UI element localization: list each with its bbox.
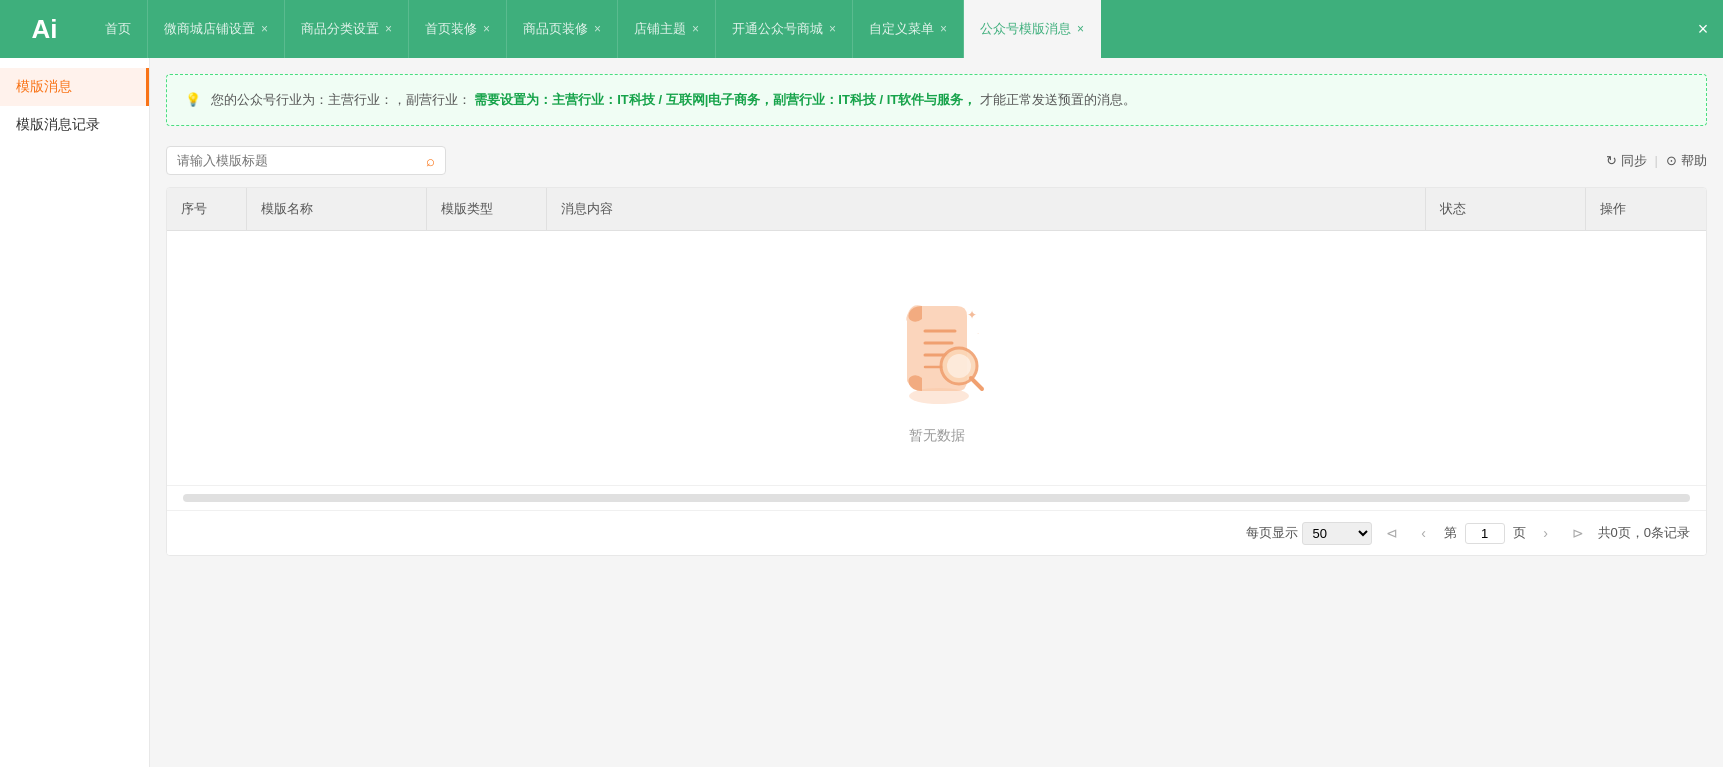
global-close-button[interactable]: × bbox=[1683, 0, 1723, 58]
tab-close-icon[interactable]: × bbox=[829, 23, 836, 35]
tab-close-icon[interactable]: × bbox=[261, 23, 268, 35]
horizontal-scrollbar[interactable] bbox=[183, 494, 1690, 502]
scrollbar-row bbox=[167, 485, 1706, 510]
top-nav: Ai 首页微商城店铺设置×商品分类设置×首页装修×商品页装修×店铺主题×开通公众… bbox=[0, 0, 1723, 58]
sync-button[interactable]: ↻ 同步 bbox=[1606, 152, 1647, 170]
notice-suffix: 才能正常发送预置的消息。 bbox=[980, 92, 1136, 107]
sidebar: 模版消息模版消息记录 bbox=[0, 58, 150, 767]
pagination: 每页显示 102050100 ⊲ ‹ 第 页 › ⊳ 共0页，0条记录 bbox=[167, 510, 1706, 555]
next-page-button[interactable]: › bbox=[1534, 521, 1558, 545]
divider: | bbox=[1655, 153, 1658, 168]
tab-label: 首页装修 bbox=[425, 20, 477, 38]
sidebar-item-template-msg-log[interactable]: 模版消息记录 bbox=[0, 106, 149, 144]
sidebar-item-template-msg[interactable]: 模版消息 bbox=[0, 68, 149, 106]
search-icon[interactable]: ⌕ bbox=[426, 152, 435, 169]
last-page-button[interactable]: ⊳ bbox=[1566, 521, 1590, 545]
tab-label: 商品页装修 bbox=[523, 20, 588, 38]
notice-box: 💡 您的公众号行业为：主营行业：，副营行业： 需要设置为：主营行业：IT科技 /… bbox=[166, 74, 1707, 126]
prev-page-button[interactable]: ‹ bbox=[1412, 521, 1436, 545]
page-size-label: 每页显示 bbox=[1246, 524, 1298, 542]
tab-label: 微商城店铺设置 bbox=[164, 20, 255, 38]
tab-templatemsg[interactable]: 公众号模版消息 × bbox=[964, 0, 1101, 58]
tab-label: 自定义菜单 bbox=[869, 20, 934, 38]
page-size-dropdown[interactable]: 102050100 bbox=[1302, 522, 1372, 545]
page-suffix: 页 bbox=[1513, 524, 1526, 542]
tab-close-icon[interactable]: × bbox=[692, 23, 699, 35]
tab-label: 开通公众号商城 bbox=[732, 20, 823, 38]
notice-highlight: 需要设置为：主营行业：IT科技 / 互联网|电子商务，副营行业：IT科技 / I… bbox=[474, 92, 976, 107]
help-button[interactable]: ⊙ 帮助 bbox=[1666, 152, 1707, 170]
logo: Ai bbox=[0, 0, 89, 58]
tab-label: 首页 bbox=[105, 20, 131, 38]
total-info: 共0页，0条记录 bbox=[1598, 524, 1690, 542]
tab-productpage[interactable]: 商品页装修 × bbox=[507, 0, 618, 58]
col-index: 序号 bbox=[167, 188, 247, 230]
page-number-input[interactable] bbox=[1465, 523, 1505, 544]
svg-text:·: · bbox=[977, 329, 979, 338]
tab-close-icon[interactable]: × bbox=[385, 23, 392, 35]
tab-category[interactable]: 商品分类设置 × bbox=[285, 0, 409, 58]
search-input-wrap[interactable]: ⌕ bbox=[166, 146, 446, 175]
empty-text: 暂无数据 bbox=[909, 427, 965, 445]
tab-close-icon[interactable]: × bbox=[594, 23, 601, 35]
empty-state: ✦ · 暂无数据 bbox=[167, 231, 1706, 485]
tab-theme[interactable]: 店铺主题 × bbox=[618, 0, 716, 58]
page-prefix: 第 bbox=[1444, 524, 1457, 542]
svg-text:✦: ✦ bbox=[967, 308, 977, 322]
sync-label: 同步 bbox=[1621, 152, 1647, 170]
search-bar: ⌕ ↻ 同步 | ⊙ 帮助 bbox=[166, 146, 1707, 175]
col-type: 模版类型 bbox=[427, 188, 547, 230]
sync-icon: ↻ bbox=[1606, 153, 1617, 168]
tab-custommenu[interactable]: 自定义菜单 × bbox=[853, 0, 964, 58]
tab-home[interactable]: 首页 bbox=[89, 0, 148, 58]
tab-close-icon[interactable]: × bbox=[1077, 23, 1084, 35]
tab-homepage[interactable]: 首页装修 × bbox=[409, 0, 507, 58]
svg-line-7 bbox=[971, 378, 982, 389]
bulb-icon: 💡 bbox=[185, 92, 201, 107]
table-wrap: 序号 模版名称 模版类型 消息内容 状态 操作 bbox=[166, 187, 1707, 556]
col-status: 状态 bbox=[1426, 188, 1586, 230]
help-label: 帮助 bbox=[1681, 152, 1707, 170]
first-page-button[interactable]: ⊲ bbox=[1380, 521, 1404, 545]
search-input[interactable] bbox=[177, 153, 426, 168]
tab-label: 公众号模版消息 bbox=[980, 20, 1071, 38]
notice-prefix: 您的公众号行业为：主营行业：，副营行业： bbox=[211, 92, 471, 107]
main-layout: 模版消息模版消息记录 💡 您的公众号行业为：主营行业：，副营行业： 需要设置为：… bbox=[0, 58, 1723, 767]
tab-mall[interactable]: 开通公众号商城 × bbox=[716, 0, 853, 58]
col-content: 消息内容 bbox=[547, 188, 1426, 230]
tab-bar: 首页微商城店铺设置×商品分类设置×首页装修×商品页装修×店铺主题×开通公众号商城… bbox=[89, 0, 1683, 58]
svg-point-6 bbox=[947, 354, 971, 378]
toolbar-right: ↻ 同步 | ⊙ 帮助 bbox=[1606, 152, 1707, 170]
page-size-select: 每页显示 102050100 bbox=[1246, 522, 1372, 545]
help-icon: ⊙ bbox=[1666, 153, 1677, 168]
tab-label: 店铺主题 bbox=[634, 20, 686, 38]
col-name: 模版名称 bbox=[247, 188, 427, 230]
empty-illustration: ✦ · bbox=[877, 291, 997, 411]
tab-label: 商品分类设置 bbox=[301, 20, 379, 38]
tab-close-icon[interactable]: × bbox=[483, 23, 490, 35]
table-header: 序号 模版名称 模版类型 消息内容 状态 操作 bbox=[167, 188, 1706, 231]
tab-wshop[interactable]: 微商城店铺设置 × bbox=[148, 0, 285, 58]
tab-close-icon[interactable]: × bbox=[940, 23, 947, 35]
content-area: 💡 您的公众号行业为：主营行业：，副营行业： 需要设置为：主营行业：IT科技 /… bbox=[150, 58, 1723, 767]
col-action: 操作 bbox=[1586, 188, 1706, 230]
